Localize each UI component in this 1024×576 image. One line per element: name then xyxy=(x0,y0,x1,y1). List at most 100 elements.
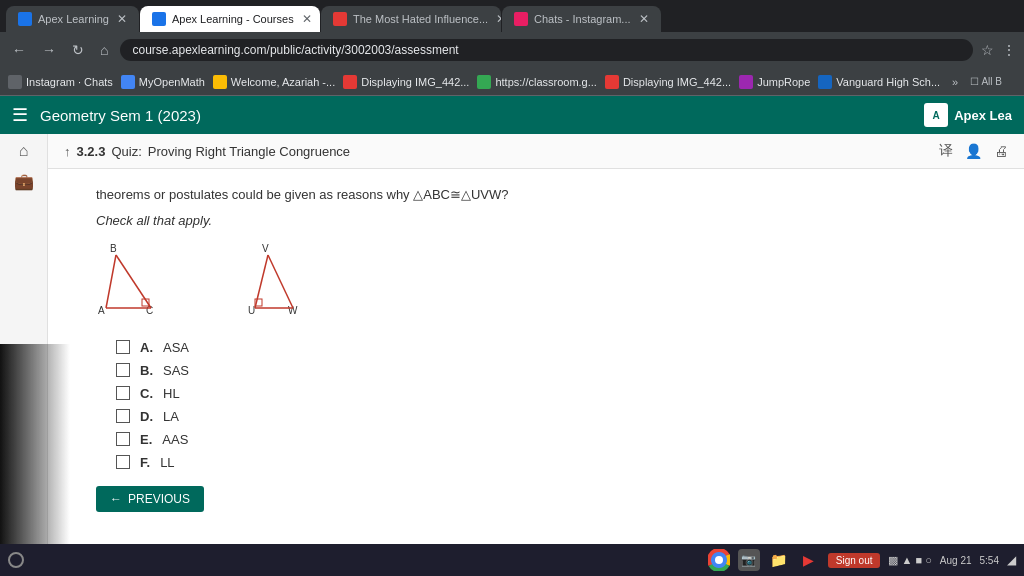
translate-icon[interactable]: 译 xyxy=(939,142,953,160)
answer-item-B: B. SAS xyxy=(116,363,976,378)
home-icon[interactable]: ⌂ xyxy=(19,142,29,160)
tab-apex-courses[interactable]: Apex Learning - Courses ✕ xyxy=(140,6,320,32)
reload-button[interactable]: ↻ xyxy=(68,40,88,60)
bookmark-label-vanguard: Vanguard High Sch... xyxy=(836,76,940,88)
taskbar-date: Aug 21 xyxy=(940,555,972,566)
menu-dots[interactable]: ⋮ xyxy=(1002,42,1016,58)
bookmark-icon-vanguard xyxy=(818,75,832,89)
bookmark-star[interactable]: ☆ xyxy=(981,42,994,58)
previous-button[interactable]: ← PREVIOUS xyxy=(96,486,204,512)
taskbar: 📷 📁 ▶ Sign out ▩ ▲ ■ ○ Aug 21 5:54 ◢ xyxy=(0,544,1024,576)
checkbox-C[interactable] xyxy=(116,386,130,400)
taskbar-icons: 📷 📁 ▶ Sign out ▩ ▲ ■ ○ Aug 21 5:54 ◢ xyxy=(708,549,1016,571)
bookmark-welcome[interactable]: Welcome, Azariah -... xyxy=(213,75,335,89)
answer-item-F: F. LL xyxy=(116,455,976,470)
answer-text-D: LA xyxy=(163,409,179,424)
svg-line-6 xyxy=(268,255,293,308)
bookmark-img2[interactable]: Displaying IMG_442... xyxy=(605,75,731,89)
apex-logo: A Apex Lea xyxy=(924,103,1012,127)
bookmark-icon-welcome xyxy=(213,75,227,89)
checkbox-A[interactable] xyxy=(116,340,130,354)
tab-favicon-1 xyxy=(18,12,32,26)
content-area: ⌂ 💼 ↑ 3.2.3 Quiz: Proving Right Triangle… xyxy=(0,134,1024,576)
sign-out-button[interactable]: Sign out xyxy=(828,553,881,568)
nav-title: Geometry Sem 1 (2023) xyxy=(40,107,924,124)
all-bookmarks[interactable]: ☐ All B xyxy=(970,76,1002,87)
answer-text-C: HL xyxy=(163,386,180,401)
checkbox-E[interactable] xyxy=(116,432,130,446)
home-button[interactable]: ⌂ xyxy=(96,40,112,60)
answer-item-D: D. LA xyxy=(116,409,976,424)
apex-logo-label: Apex Lea xyxy=(954,108,1012,123)
bookmark-label-instagram: Instagram · Chats xyxy=(26,76,113,88)
answer-text-A: ASA xyxy=(163,340,189,355)
check-all-text: Check all that apply. xyxy=(96,213,976,228)
answer-label-F: F. xyxy=(140,455,150,470)
checkbox-D[interactable] xyxy=(116,409,130,423)
bookmark-jumprope[interactable]: JumpRope xyxy=(739,75,810,89)
tab-favicon-3 xyxy=(333,12,347,26)
address-input[interactable] xyxy=(120,39,973,61)
tab-instagram[interactable]: Chats - Instagram... ✕ xyxy=(502,6,661,32)
briefcase-icon[interactable]: 💼 xyxy=(14,172,34,191)
answer-item-E: E. AAS xyxy=(116,432,976,447)
question-text: theorems or postulates could be given as… xyxy=(96,185,976,205)
tab-label-1: Apex Learning xyxy=(38,13,109,25)
answer-label-B: B. xyxy=(140,363,153,378)
taskbar-folder-icon[interactable]: 📁 xyxy=(768,549,790,571)
taskbar-chrome-icon[interactable] xyxy=(708,549,730,571)
wifi-icon: ◢ xyxy=(1007,553,1016,567)
apex-logo-icon: A xyxy=(924,103,948,127)
print-icon[interactable]: 🖨 xyxy=(994,143,1008,159)
svg-line-0 xyxy=(106,255,116,308)
bookmark-label-img2: Displaying IMG_442... xyxy=(623,76,731,88)
quiz-type: Quiz: xyxy=(111,144,141,159)
quiz-header: ↑ 3.2.3 Quiz: Proving Right Triangle Con… xyxy=(48,134,1024,169)
tab-label-2: Apex Learning - Courses xyxy=(172,13,294,25)
tab-close-1[interactable]: ✕ xyxy=(117,12,127,26)
accessibility-icon[interactable]: 👤 xyxy=(965,143,982,159)
tab-influence[interactable]: The Most Hated Influence... ✕ xyxy=(321,6,501,32)
vertex-A: A xyxy=(98,305,105,316)
tab-close-4[interactable]: ✕ xyxy=(639,12,649,26)
previous-arrow-icon: ← xyxy=(110,492,122,506)
taskbar-media-icon[interactable]: ▶ xyxy=(798,549,820,571)
question-area: theorems or postulates could be given as… xyxy=(48,169,1024,528)
tab-close-2[interactable]: ✕ xyxy=(302,12,312,26)
checkbox-B[interactable] xyxy=(116,363,130,377)
main-content: ↑ 3.2.3 Quiz: Proving Right Triangle Con… xyxy=(48,134,1024,576)
sidebar: ⌂ 💼 xyxy=(0,134,48,576)
bookmark-myopenmath[interactable]: MyOpenMath xyxy=(121,75,205,89)
triangle-diagram: B A C V U W xyxy=(96,240,976,320)
up-arrow-icon: ↑ xyxy=(64,144,71,159)
forward-button[interactable]: → xyxy=(38,40,60,60)
address-bar: ← → ↻ ⌂ ☆ ⋮ xyxy=(0,32,1024,68)
back-button[interactable]: ← xyxy=(8,40,30,60)
bookmark-vanguard[interactable]: Vanguard High Sch... xyxy=(818,75,940,89)
more-bookmarks[interactable]: » xyxy=(952,76,958,88)
tab-apex-learning[interactable]: Apex Learning ✕ xyxy=(6,6,139,32)
bookmark-instagram[interactable]: Instagram · Chats xyxy=(8,75,113,89)
hamburger-menu[interactable]: ☰ xyxy=(12,104,28,126)
bookmark-classroom[interactable]: https://classroom.g... xyxy=(477,75,596,89)
bookmark-label-myopenmath: MyOpenMath xyxy=(139,76,205,88)
previous-label: PREVIOUS xyxy=(128,492,190,506)
answer-label-E: E. xyxy=(140,432,152,447)
bookmark-icon-instagram xyxy=(8,75,22,89)
svg-point-9 xyxy=(715,556,723,564)
bookmark-img1[interactable]: Displaying IMG_442... xyxy=(343,75,469,89)
checkbox-F[interactable] xyxy=(116,455,130,469)
taskbar-icon-row: ▩ ▲ ■ ○ xyxy=(888,554,931,567)
vertex-B: B xyxy=(110,243,117,254)
taskbar-camera-icon[interactable]: 📷 xyxy=(738,549,760,571)
bookmark-label-classroom: https://classroom.g... xyxy=(495,76,596,88)
taskbar-time: 5:54 xyxy=(980,555,999,566)
vertex-U: U xyxy=(248,305,255,316)
bookmark-icon-img2 xyxy=(605,75,619,89)
svg-line-2 xyxy=(116,255,151,308)
tab-label-4: Chats - Instagram... xyxy=(534,13,631,25)
tab-label-3: The Most Hated Influence... xyxy=(353,13,488,25)
tab-close-3[interactable]: ✕ xyxy=(496,12,501,26)
quiz-tools: 译 👤 🖨 xyxy=(939,142,1008,160)
answer-list: A. ASA B. SAS C. HL D. xyxy=(116,340,976,470)
